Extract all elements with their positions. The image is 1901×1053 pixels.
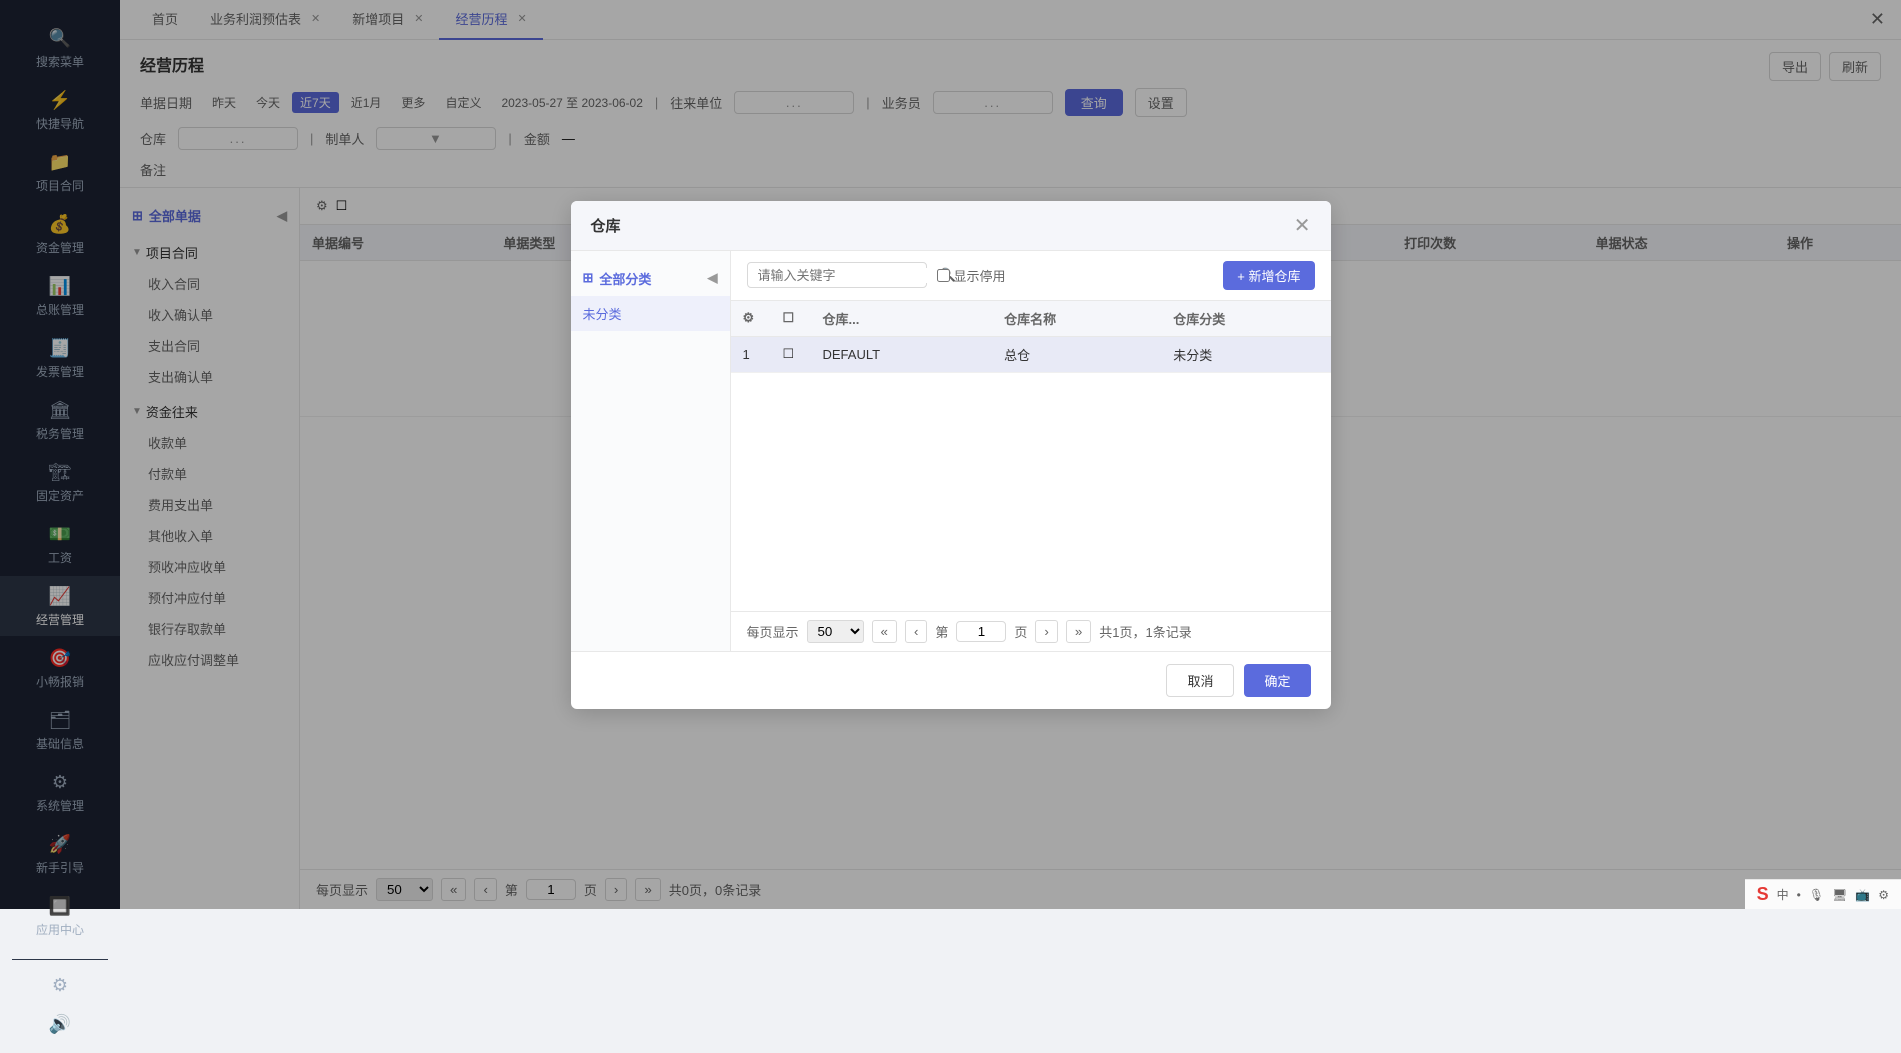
modal-search-input[interactable]: [758, 268, 934, 283]
sidebar-settings[interactable]: ⚙: [0, 965, 120, 1004]
add-warehouse-btn[interactable]: + 新增仓库: [1223, 261, 1314, 290]
sidebar-item-label: 应用中心: [36, 921, 84, 938]
modal-page-label-end: 页: [1014, 622, 1027, 641]
modal-table: ⚙ ☐ 仓库... 仓库名称 仓库分类 1: [731, 301, 1331, 611]
table-row[interactable]: 1 ☐ DEFAULT 总仓 未分类: [731, 336, 1331, 372]
modal-page-next[interactable]: ›: [1035, 620, 1057, 643]
grid-icon-modal: ⊞: [583, 270, 594, 286]
modal-title: 仓库: [591, 215, 621, 236]
modal-page-prev[interactable]: ‹: [905, 620, 927, 643]
show-disabled-checkbox[interactable]: 显示停用: [937, 266, 1006, 285]
row-category: 未分类: [1161, 336, 1330, 372]
modal-search-box: 🔍: [747, 262, 927, 288]
settings-icon: ⚙: [52, 975, 68, 996]
modal-total-info: 共1页，1条记录: [1099, 622, 1191, 641]
warehouse-table: ⚙ ☐ 仓库... 仓库名称 仓库分类 1: [731, 301, 1331, 373]
row-check[interactable]: ☐: [771, 336, 811, 372]
sys-dot: •: [1797, 888, 1801, 902]
sys-tv-icon[interactable]: 📺: [1855, 888, 1870, 902]
volume-icon: 🔊: [49, 1014, 71, 1035]
sys-logo: S: [1757, 884, 1769, 905]
modal-page-size-select[interactable]: 50 100: [807, 620, 864, 643]
disabled-checkbox-input[interactable]: [937, 269, 950, 282]
modal-left-header: ⊞ 全部分类 ◀: [571, 261, 730, 296]
modal-left-panel: ⊞ 全部分类 ◀ 未分类: [571, 251, 731, 651]
row-code: DEFAULT: [811, 336, 993, 372]
modal-page-first[interactable]: «: [872, 620, 897, 643]
modal-collapse-btn[interactable]: ◀: [708, 270, 718, 286]
modal-confirm-btn[interactable]: 确定: [1244, 664, 1310, 697]
modal-page-label: 第: [935, 622, 948, 641]
modal-right-panel: 🔍 显示停用 + 新增仓库 ⚙ ☐: [731, 251, 1331, 651]
sys-screen-icon[interactable]: 🖥: [1832, 888, 1847, 902]
row-seq: 1: [731, 336, 771, 372]
sidebar-divider: [12, 959, 108, 960]
modal-overlay: 仓库 ✕ ⊞ 全部分类 ◀ 未分类 🔍: [0, 0, 1901, 909]
modal-close-btn[interactable]: ✕: [1294, 213, 1311, 238]
sys-mic-icon[interactable]: 🎙: [1809, 888, 1824, 902]
col-category: 仓库分类: [1161, 301, 1330, 337]
col-settings: ⚙: [731, 301, 771, 337]
system-bar: S 中 • 🎙 🖥 📺 ⚙: [1745, 879, 1901, 909]
modal-header: 仓库 ✕: [571, 201, 1331, 251]
sidebar-volume[interactable]: 🔊: [0, 1004, 120, 1043]
modal-body: ⊞ 全部分类 ◀ 未分类 🔍 显示停用: [571, 251, 1331, 651]
col-code: 仓库...: [811, 301, 993, 337]
col-name: 仓库名称: [992, 301, 1161, 337]
warehouse-modal: 仓库 ✕ ⊞ 全部分类 ◀ 未分类 🔍: [571, 201, 1331, 709]
sys-lang[interactable]: 中: [1777, 886, 1789, 903]
modal-category-unclassified[interactable]: 未分类: [571, 296, 730, 331]
sidebar-bottom: ⚙ 🔊: [0, 954, 120, 1053]
modal-page-size-label: 每页显示: [747, 622, 799, 641]
col-check: ☐: [771, 301, 811, 337]
warehouse-table-header: ⚙ ☐ 仓库... 仓库名称 仓库分类: [731, 301, 1331, 337]
warehouse-table-body: 1 ☐ DEFAULT 总仓 未分类: [731, 336, 1331, 372]
modal-cancel-btn[interactable]: 取消: [1166, 664, 1234, 697]
row-name: 总仓: [992, 336, 1161, 372]
modal-toolbar: 🔍 显示停用 + 新增仓库: [731, 251, 1331, 301]
sys-gear-icon[interactable]: ⚙: [1878, 888, 1889, 902]
modal-page-input[interactable]: [956, 621, 1006, 642]
modal-footer: 取消 确定: [571, 651, 1331, 709]
modal-page-last[interactable]: »: [1066, 620, 1091, 643]
modal-pagination: 每页显示 50 100 « ‹ 第 页 › » 共1页，1条记录: [731, 611, 1331, 651]
